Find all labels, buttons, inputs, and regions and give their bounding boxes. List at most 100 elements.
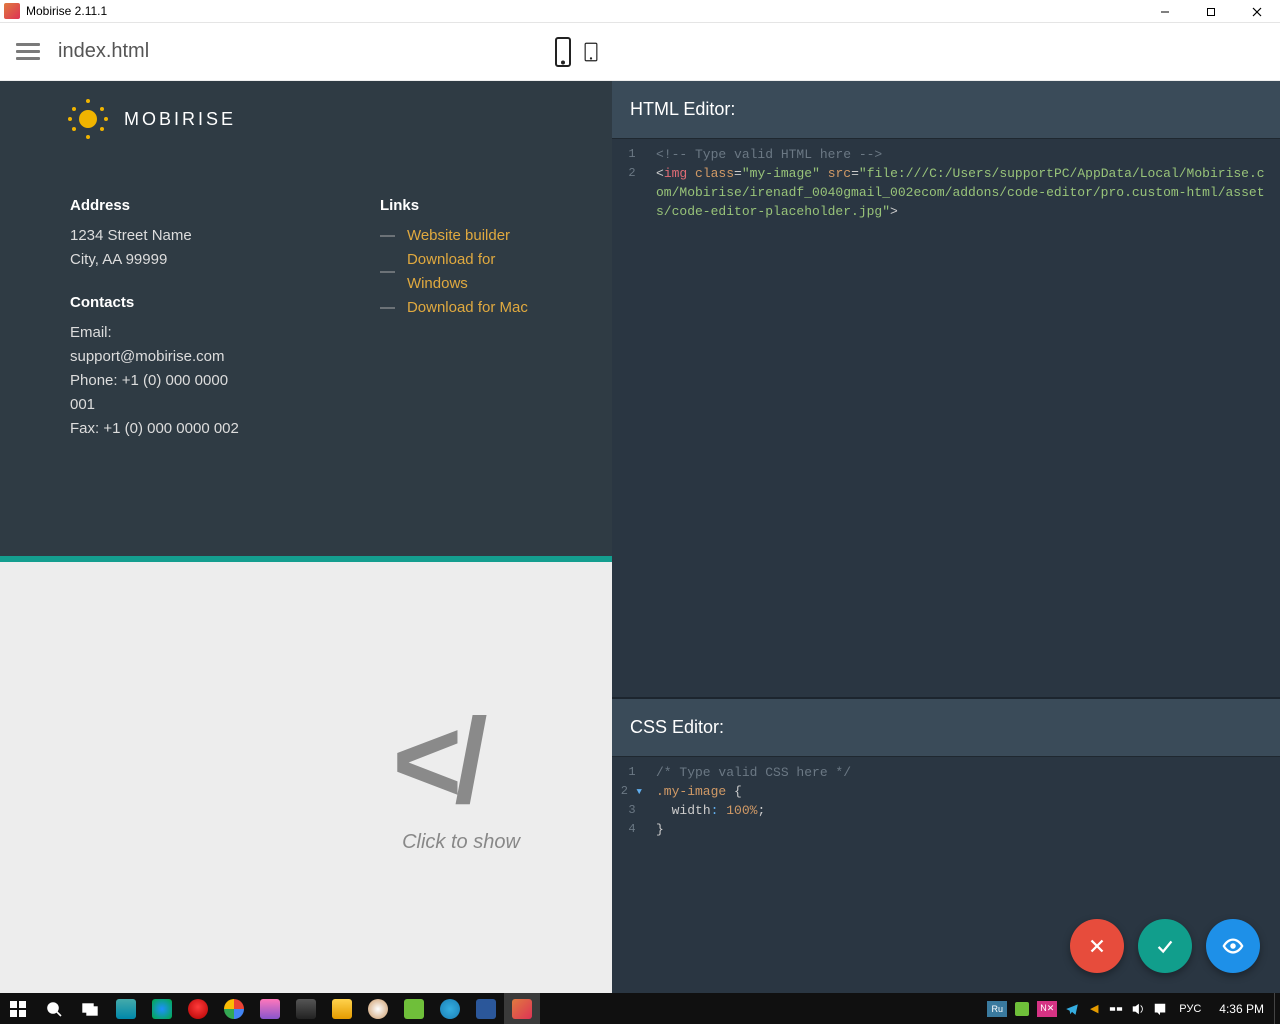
minimize-button[interactable] (1142, 0, 1188, 23)
attr-class: class (695, 166, 734, 181)
editor-actions (1070, 919, 1260, 973)
tray-language[interactable]: РУС (1171, 1003, 1209, 1015)
tray-caret-icon[interactable]: ◀ (1083, 993, 1105, 1024)
css-code[interactable]: /* Type valid CSS here */ .my-image { wi… (656, 763, 1272, 839)
val-class: "my-image" (742, 166, 820, 181)
app-icon (4, 3, 20, 19)
footer-col-links: Links —Website builder —Download for Win… (380, 197, 542, 441)
logo-row: MOBIRISE (70, 101, 542, 137)
brace-close: } (656, 822, 664, 837)
app-title: Mobirise 2.11.1 (26, 4, 107, 18)
window-titlebar: Mobirise 2.11.1 (0, 0, 1280, 23)
footer-columns: Address 1234 Street Name City, AA 99999 … (70, 197, 542, 441)
taskbar-app[interactable] (324, 993, 360, 1024)
taskbar-app[interactable] (396, 993, 432, 1024)
footer-col-address: Address 1234 Street Name City, AA 99999 … (70, 197, 250, 441)
contacts-phone: Phone: +1 (0) 000 0000 001 (70, 369, 250, 417)
device-switcher (548, 23, 598, 81)
tray-app-icon[interactable] (1011, 993, 1033, 1024)
contacts-heading: Contacts (70, 294, 250, 311)
placeholder-hint: Click to show (402, 831, 520, 854)
html-editor-header: HTML Editor: (612, 81, 1280, 139)
brace-open: { (734, 784, 742, 799)
windows-taskbar: Ru N✕ ◀ РУС 4:36 PM (0, 993, 1280, 1024)
tray-telegram-icon[interactable] (1061, 993, 1083, 1024)
line-number: 1 (612, 763, 652, 782)
link-download-mac[interactable]: Download for Mac (407, 296, 528, 320)
app-toolbar: index.html (0, 23, 1280, 81)
angle-close: > (890, 204, 898, 219)
file-title: index.html (58, 40, 149, 63)
phone-icon[interactable] (548, 32, 578, 72)
search-button[interactable] (36, 993, 72, 1024)
cancel-button[interactable] (1070, 919, 1124, 973)
tray-badge-nx[interactable]: N✕ (1037, 1001, 1057, 1017)
confirm-button[interactable] (1138, 919, 1192, 973)
code-bracket-icon: </ (392, 701, 479, 821)
show-desktop-button[interactable] (1274, 993, 1280, 1024)
css-value: 100% (726, 803, 757, 818)
equals: = (851, 166, 859, 181)
equals: = (734, 166, 742, 181)
taskbar-app[interactable] (252, 993, 288, 1024)
preview-button[interactable] (1206, 919, 1260, 973)
link-website-builder[interactable]: Website builder (407, 224, 510, 248)
line-number: 4 (612, 820, 652, 839)
taskbar-app[interactable] (108, 993, 144, 1024)
css-editor-title: CSS Editor: (630, 717, 724, 738)
line-number: 3 (612, 801, 652, 820)
system-tray: Ru N✕ ◀ РУС 4:36 PM (987, 993, 1280, 1024)
dash-icon: — (380, 296, 395, 320)
taskbar-app[interactable] (180, 993, 216, 1024)
tray-volume-icon[interactable] (1127, 993, 1149, 1024)
taskbar-left (0, 993, 540, 1024)
tray-clock[interactable]: 4:36 PM (1209, 1002, 1274, 1016)
list-item: —Website builder (380, 224, 542, 248)
dash-icon: — (380, 260, 395, 284)
taskbar-app-active[interactable] (504, 993, 540, 1024)
fold-icon[interactable]: ▼ (635, 783, 643, 802)
tray-notifications-icon[interactable] (1149, 993, 1171, 1024)
list-item: — Download for Mac (380, 296, 542, 320)
html-editor-title: HTML Editor: (630, 99, 735, 120)
custom-html-placeholder[interactable]: </ Click to show (0, 556, 612, 993)
tablet-icon[interactable] (584, 32, 598, 72)
logo-text: MOBIRISE (124, 109, 236, 130)
menu-icon[interactable] (16, 40, 40, 64)
sun-logo-icon (70, 101, 106, 137)
editor-pane: HTML Editor: 1 2 <!-- Type valid HTML he… (612, 81, 1280, 993)
address-heading: Address (70, 197, 250, 214)
taskbar-app[interactable] (216, 993, 252, 1024)
tray-badge-ru[interactable]: Ru (987, 1001, 1007, 1017)
tag-img: img (664, 166, 687, 181)
html-editor-body[interactable]: 1 2 <!-- Type valid HTML here --> <img c… (612, 139, 1280, 699)
html-comment: <!-- Type valid HTML here --> (656, 147, 882, 162)
start-button[interactable] (0, 993, 36, 1024)
tray-network-icon[interactable] (1105, 993, 1127, 1024)
address-line1: 1234 Street Name (70, 224, 250, 248)
window-controls (1142, 0, 1280, 23)
taskbar-app[interactable] (432, 993, 468, 1024)
contacts-fax: Fax: +1 (0) 000 0000 002 (70, 417, 250, 441)
css-editor-header: CSS Editor: (612, 699, 1280, 757)
html-gutter: 1 2 (612, 145, 652, 183)
taskbar-app[interactable] (468, 993, 504, 1024)
close-button[interactable] (1234, 0, 1280, 23)
main-split: MOBIRISE Address 1234 Street Name City, … (0, 81, 1280, 993)
footer-preview-block[interactable]: MOBIRISE Address 1234 Street Name City, … (0, 81, 612, 556)
links-heading: Links (380, 197, 542, 214)
line-number: 2 (612, 164, 652, 183)
html-code[interactable]: <!-- Type valid HTML here --> <img class… (656, 145, 1272, 221)
preview-pane: MOBIRISE Address 1234 Street Name City, … (0, 81, 612, 993)
taskbar-app[interactable] (288, 993, 324, 1024)
line-number: 2 ▼ (612, 782, 652, 801)
address-line2: City, AA 99999 (70, 248, 250, 272)
taskbar-app[interactable] (144, 993, 180, 1024)
taskview-button[interactable] (72, 993, 108, 1024)
link-download-windows[interactable]: Download for Windows (407, 248, 542, 296)
line-number: 1 (612, 145, 652, 164)
css-prop: width (672, 803, 711, 818)
taskbar-app[interactable] (360, 993, 396, 1024)
maximize-button[interactable] (1188, 0, 1234, 23)
attr-src: src (828, 166, 851, 181)
